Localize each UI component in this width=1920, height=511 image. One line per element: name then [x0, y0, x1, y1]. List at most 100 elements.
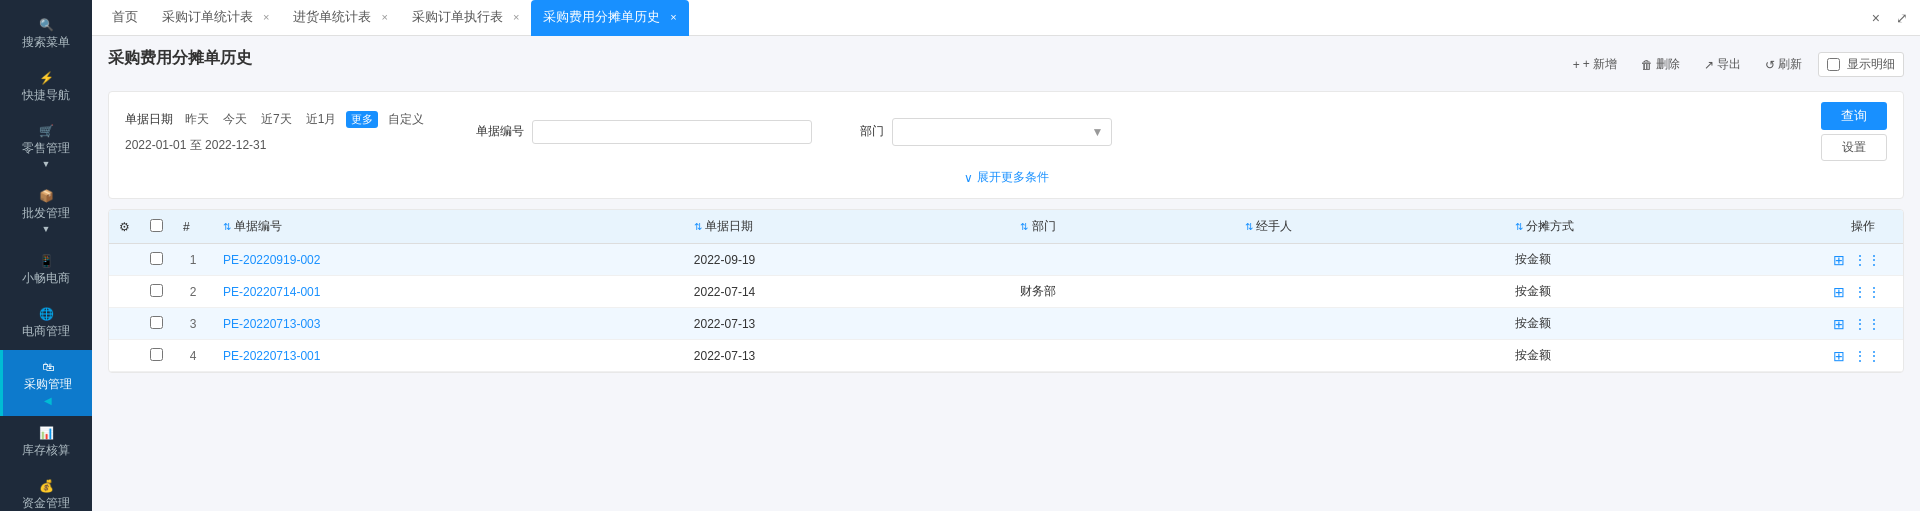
- export-button[interactable]: ↗ 导出: [1696, 52, 1749, 77]
- edit-icon[interactable]: ⋮⋮: [1853, 252, 1881, 268]
- retail-icon: 🛒: [39, 124, 54, 138]
- add-label: + 新增: [1583, 56, 1617, 73]
- chevron-down-icon: ▼: [42, 159, 51, 169]
- select-all-checkbox[interactable]: [150, 219, 163, 232]
- close-icon[interactable]: ×: [670, 11, 676, 23]
- sidebar-item-finance[interactable]: 💰 资金管理: [0, 469, 92, 511]
- table-body: 1 PE-20220919-002 2022-09-19 按金额 ⊞ ⋮⋮ 2 …: [109, 244, 1903, 372]
- sidebar-item-ecommerce[interactable]: 🌐 电商管理: [0, 297, 92, 350]
- sidebar-item-label: 搜索菜单: [22, 34, 70, 51]
- row-gear-cell: [109, 244, 140, 276]
- row-bill-no-cell[interactable]: PE-20220919-002: [213, 244, 684, 276]
- handler-th[interactable]: ⇅ 经手人: [1235, 210, 1505, 244]
- sort-icon: ⇅: [1020, 221, 1028, 232]
- view-icon[interactable]: ⊞: [1833, 284, 1845, 300]
- row-split-method-cell: 按金额: [1505, 244, 1823, 276]
- data-table: ⚙ # ⇅ 单据编号 ⇅ 单据日期: [108, 209, 1904, 373]
- edit-icon[interactable]: ⋮⋮: [1853, 348, 1881, 364]
- delete-button[interactable]: 🗑 删除: [1633, 52, 1688, 77]
- row-date-cell: 2022-07-13: [684, 340, 1010, 372]
- row-checkbox[interactable]: [150, 316, 163, 329]
- purchase-icon: 🛍: [42, 360, 54, 374]
- row-split-method-cell: 按金额: [1505, 276, 1823, 308]
- close-icon[interactable]: ×: [263, 11, 269, 23]
- expand-more-button[interactable]: ∨ 展开更多条件: [956, 167, 1057, 188]
- table-row: 4 PE-20220713-001 2022-07-13 按金额 ⊞ ⋮⋮: [109, 340, 1903, 372]
- row-split-method-cell: 按金额: [1505, 340, 1823, 372]
- num-th: #: [173, 210, 213, 244]
- month-shortcut[interactable]: 近1月: [302, 110, 341, 129]
- maximize-button[interactable]: ⤢: [1892, 8, 1912, 28]
- sidebar-item-search[interactable]: 🔍 搜索菜单: [0, 8, 92, 61]
- yesterday-shortcut[interactable]: 昨天: [181, 110, 213, 129]
- show-cols-checkbox[interactable]: [1827, 58, 1840, 71]
- more-shortcut[interactable]: 更多: [346, 111, 378, 128]
- toolbar: + + 新增 🗑 删除 ↗ 导出 ↺ 刷新 显示明细: [1565, 52, 1904, 77]
- chevron-down-icon: ▼: [42, 224, 51, 234]
- settings-button[interactable]: 设置: [1821, 134, 1887, 161]
- close-icon[interactable]: ×: [513, 11, 519, 23]
- tab-label: 采购订单执行表: [412, 8, 503, 26]
- tab-label: 进货单统计表: [293, 8, 371, 26]
- refresh-button[interactable]: ↺ 刷新: [1757, 52, 1810, 77]
- edit-icon[interactable]: ⋮⋮: [1853, 284, 1881, 300]
- col-label: 单据编号: [234, 219, 282, 233]
- table-row: 3 PE-20220713-003 2022-07-13 按金额 ⊞ ⋮⋮: [109, 308, 1903, 340]
- row-handler-cell: [1235, 340, 1505, 372]
- sidebar-item-purchase[interactable]: 🛍 采购管理 ◀: [0, 350, 92, 416]
- split-method-th[interactable]: ⇅ 分摊方式: [1505, 210, 1823, 244]
- sidebar: 🔍 搜索菜单 ⚡ 快捷导航 🛒 零售管理 ▼ 📦 批发管理 ▼ 📱 小畅电商 🌐…: [0, 0, 92, 511]
- expand-label: 展开更多条件: [977, 169, 1049, 186]
- sidebar-item-wholesale[interactable]: 📦 批发管理 ▼: [0, 179, 92, 244]
- today-shortcut[interactable]: 今天: [219, 110, 251, 129]
- gear-icon[interactable]: ⚙: [119, 220, 130, 234]
- tab-home[interactable]: 首页: [100, 0, 150, 36]
- table-header: ⚙ # ⇅ 单据编号 ⇅ 单据日期: [109, 210, 1903, 244]
- sidebar-item-label: 小畅电商: [22, 270, 70, 287]
- row-bill-no-cell[interactable]: PE-20220713-001: [213, 340, 684, 372]
- bill-no-label: 单据编号: [476, 123, 524, 140]
- query-button[interactable]: 查询: [1821, 102, 1887, 130]
- row-bill-no-cell[interactable]: PE-20220713-003: [213, 308, 684, 340]
- row-checkbox[interactable]: [150, 348, 163, 361]
- ecommerce-icon: 🌐: [39, 307, 54, 321]
- bill-no-th[interactable]: ⇅ 单据编号: [213, 210, 684, 244]
- dept-select[interactable]: ▼: [892, 118, 1112, 146]
- add-button[interactable]: + + 新增: [1565, 52, 1625, 77]
- row-dept-cell: [1010, 340, 1235, 372]
- close-icon[interactable]: ×: [381, 11, 387, 23]
- add-icon: +: [1573, 58, 1580, 72]
- date-th[interactable]: ⇅ 单据日期: [684, 210, 1010, 244]
- view-icon[interactable]: ⊞: [1833, 316, 1845, 332]
- tab-purchase-order-stat[interactable]: 采购订单统计表 ×: [150, 0, 281, 36]
- row-dept-cell: [1010, 244, 1235, 276]
- show-cols-button[interactable]: 显示明细: [1818, 52, 1904, 77]
- week-shortcut[interactable]: 近7天: [257, 110, 296, 129]
- row-bill-no-cell[interactable]: PE-20220714-001: [213, 276, 684, 308]
- custom-shortcut[interactable]: 自定义: [384, 110, 428, 129]
- dept-th[interactable]: ⇅ 部门: [1010, 210, 1235, 244]
- view-icon[interactable]: ⊞: [1833, 252, 1845, 268]
- sidebar-item-mobile[interactable]: 📱 小畅电商: [0, 244, 92, 297]
- expand-more-row: ∨ 展开更多条件: [125, 167, 1887, 188]
- tab-label: 首页: [112, 8, 138, 26]
- sidebar-item-inventory[interactable]: 📊 库存核算: [0, 416, 92, 469]
- row-checkbox[interactable]: [150, 284, 163, 297]
- date-range-display[interactable]: 2022-01-01 至 2022-12-31: [125, 137, 266, 154]
- active-indicator: ◀: [44, 395, 52, 406]
- tab-purchase-cost-split[interactable]: 采购费用分摊单历史 ×: [531, 0, 688, 36]
- col-label: 分摊方式: [1526, 219, 1574, 233]
- table-row: 1 PE-20220919-002 2022-09-19 按金额 ⊞ ⋮⋮: [109, 244, 1903, 276]
- tab-inbound-stat[interactable]: 进货单统计表 ×: [281, 0, 399, 36]
- sidebar-item-shortcut[interactable]: ⚡ 快捷导航: [0, 61, 92, 114]
- main-area: 首页 采购订单统计表 × 进货单统计表 × 采购订单执行表 × 采购费用分摊单历…: [92, 0, 1920, 511]
- bill-no-input[interactable]: [532, 120, 812, 144]
- view-icon[interactable]: ⊞: [1833, 348, 1845, 364]
- sidebar-item-label: 资金管理: [22, 495, 70, 511]
- tab-purchase-order-exec[interactable]: 采购订单执行表 ×: [400, 0, 531, 36]
- date-shortcuts: 昨天 今天 近7天 近1月 更多 自定义: [181, 110, 428, 129]
- sidebar-item-retail[interactable]: 🛒 零售管理 ▼: [0, 114, 92, 179]
- close-all-tabs-button[interactable]: ×: [1868, 8, 1884, 28]
- row-checkbox[interactable]: [150, 252, 163, 265]
- edit-icon[interactable]: ⋮⋮: [1853, 316, 1881, 332]
